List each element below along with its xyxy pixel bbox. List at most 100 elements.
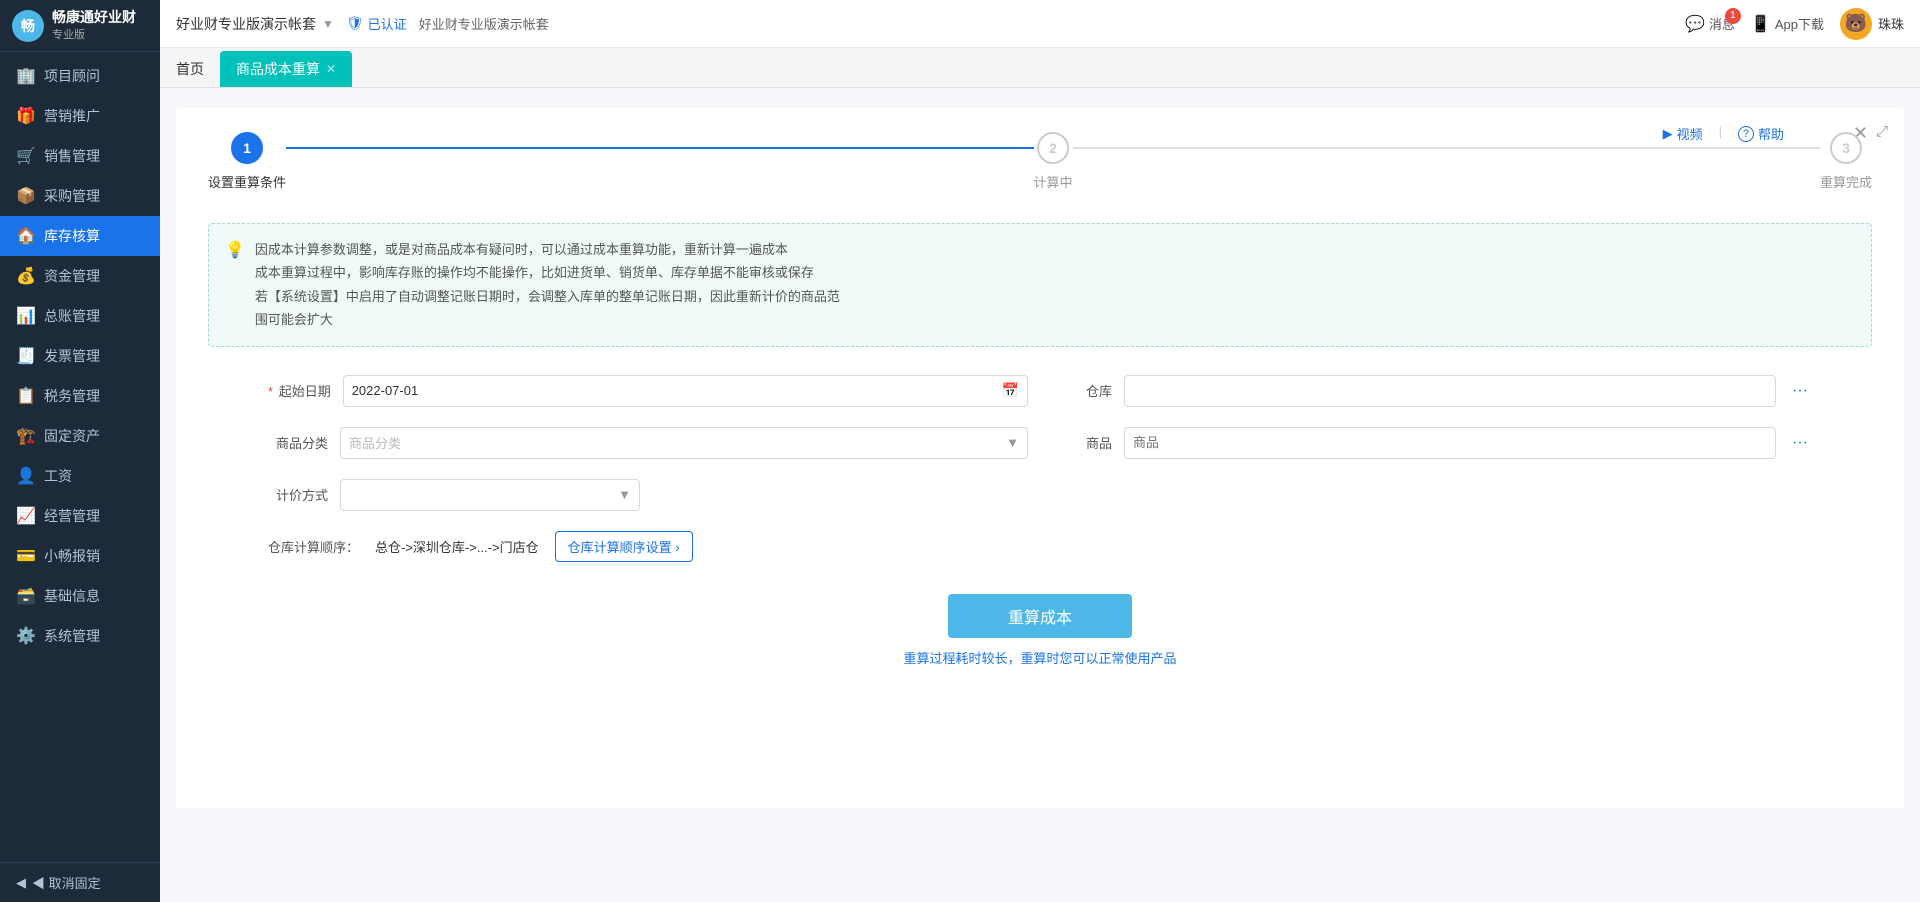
start-date-label: * 起始日期 (268, 381, 331, 400)
recalc-button[interactable]: 重算成本 (948, 594, 1132, 638)
user-avatar-btn[interactable]: 🐻 珠珠 (1840, 8, 1904, 40)
sidebar-item-expense[interactable]: 💳 小畅报销 (0, 536, 160, 576)
sidebar-item-label-purchase: 采购管理 (44, 186, 100, 206)
warehouse-more-icon[interactable]: ··· (1788, 378, 1812, 404)
start-date-input-wrap[interactable]: 📅 (343, 375, 1028, 407)
sidebar-item-accounting[interactable]: 📊 总账管理 (0, 296, 160, 336)
logo-icon: 畅 (12, 10, 44, 42)
assets-nav-icon: 🏗️ (16, 426, 36, 446)
warehouse-order-label: 仓库计算顺序： (268, 537, 359, 556)
pricing-select[interactable]: ▼ (340, 479, 640, 511)
sidebar-item-label-operations: 经营管理 (44, 506, 100, 526)
step-3-label: 重算完成 (1820, 172, 1872, 191)
expand-page-button[interactable]: ⤢ (1876, 124, 1888, 142)
sidebar-footer-cancel-pin[interactable]: ◀ ◀ 取消固定 (0, 862, 160, 902)
step-3: 3 重算完成 (1820, 132, 1872, 191)
category-placeholder: 商品分类 (349, 433, 401, 452)
sidebar-nav: 🏢 项目顾问 🎁 营销推广 🛒 销售管理 📦 采购管理 🏠 库存核算 💰 资金管… (0, 52, 160, 862)
sidebar-item-label-inventory: 库存核算 (44, 226, 100, 246)
step-3-circle: 3 (1830, 132, 1862, 164)
tab-home[interactable]: 首页 (160, 51, 220, 87)
goods-more-icon[interactable]: ··· (1788, 430, 1812, 456)
form-group-warehouse: 仓库 ··· (1052, 375, 1812, 407)
sidebar-item-sales[interactable]: 🛒 销售管理 (0, 136, 160, 176)
sidebar-item-inventory[interactable]: 🏠 库存核算 (0, 216, 160, 256)
account-selector-wrap[interactable]: 好业财专业版演示帐套 ▼ (176, 14, 334, 34)
required-star: * (268, 384, 273, 399)
sales-nav-icon: 🛒 (16, 146, 36, 166)
message-button[interactable]: 💬 消息 1 (1685, 14, 1735, 34)
calendar-icon[interactable]: 📅 (994, 382, 1027, 399)
goods-input[interactable] (1124, 427, 1776, 459)
content-area: ▶ 视频 | ? 帮助 ✕ ⤢ 1 设置重算 (160, 88, 1920, 902)
sidebar-item-invoice[interactable]: 🧾 发票管理 (0, 336, 160, 376)
form-group-start-date: * 起始日期 📅 (268, 375, 1028, 407)
page-container: ▶ 视频 | ? 帮助 ✕ ⤢ 1 设置重算 (176, 108, 1904, 808)
phone-icon: 📱 (1751, 14, 1771, 34)
main-area: 好业财专业版演示帐套 ▼ 🛡 已认证 好业财专业版演示帐套 💬 消息 1 📱 A… (160, 0, 1920, 902)
warehouse-input[interactable] (1124, 375, 1776, 407)
step-line-2-3 (1073, 147, 1820, 149)
marketing-nav-icon: 🎁 (16, 106, 36, 126)
topbar-right: 💬 消息 1 📱 App下载 🐻 珠珠 (1685, 8, 1904, 40)
form-row-1: * 起始日期 📅 仓库 ··· (268, 375, 1812, 407)
sidebar-item-finance[interactable]: 💰 资金管理 (0, 256, 160, 296)
tax-nav-icon: 📋 (16, 386, 36, 406)
tab-recalc-label: 商品成本重算 (236, 59, 320, 79)
sidebar-item-label-expense: 小畅报销 (44, 546, 100, 566)
sidebar-item-label-assets: 固定资产 (44, 426, 100, 446)
step-1-label: 设置重算条件 (208, 172, 286, 191)
user-name: 珠珠 (1878, 14, 1904, 33)
basic-nav-icon: 🗃️ (16, 586, 36, 606)
sidebar-item-label-system: 系统管理 (44, 626, 100, 646)
shield-icon: 🛡 (346, 15, 364, 32)
tab-recalc[interactable]: 商品成本重算 ✕ (220, 51, 352, 87)
message-icon: 💬 (1685, 14, 1705, 34)
sidebar-logo: 畅 畅康通好业财 专业版 (0, 0, 160, 52)
sidebar-item-label-project: 项目顾问 (44, 66, 100, 86)
sidebar-item-label-invoice: 发票管理 (44, 346, 100, 366)
sidebar-item-marketing[interactable]: 🎁 营销推广 (0, 96, 160, 136)
verified-badge: 🛡 已认证 (346, 14, 407, 33)
app-download-button[interactable]: 📱 App下载 (1751, 14, 1824, 34)
operations-nav-icon: 📈 (16, 506, 36, 526)
warehouse-order-settings-button[interactable]: 仓库计算顺序设置 › (555, 531, 693, 562)
inventory-nav-icon: 🏠 (16, 226, 36, 246)
app-download-label: App下载 (1775, 14, 1824, 33)
sidebar-item-project[interactable]: 🏢 项目顾问 (0, 56, 160, 96)
sidebar-item-label-finance: 资金管理 (44, 266, 100, 286)
system-nav-icon: ⚙️ (16, 626, 36, 646)
user-avatar: 🐻 (1840, 8, 1872, 40)
account-selector-text: 好业财专业版演示帐套 (176, 14, 316, 34)
sidebar-item-basic[interactable]: 🗃️ 基础信息 (0, 576, 160, 616)
tabbar: 首页 商品成本重算 ✕ (160, 48, 1920, 88)
payroll-nav-icon: 👤 (16, 466, 36, 486)
recalc-section: 重算成本 重算过程耗时较长，重算时您可以正常使用产品 (268, 594, 1812, 667)
sidebar-item-operations[interactable]: 📈 经营管理 (0, 496, 160, 536)
step-line-1-2 (286, 147, 1033, 149)
sidebar-item-assets[interactable]: 🏗️ 固定资产 (0, 416, 160, 456)
form-group-pricing: 计价方式 ▼ (268, 479, 1028, 511)
purchase-nav-icon: 📦 (16, 186, 36, 206)
category-select[interactable]: 商品分类 ▼ (340, 427, 1028, 459)
tab-close-icon[interactable]: ✕ (326, 62, 336, 76)
sidebar-footer-label: ◀ 取消固定 (32, 873, 101, 892)
sidebar-item-purchase[interactable]: 📦 采购管理 (0, 176, 160, 216)
logo-text: 畅康通好业财 专业版 (52, 9, 136, 42)
pricing-label: 计价方式 (268, 485, 328, 504)
sidebar-item-system[interactable]: ⚙️ 系统管理 (0, 616, 160, 656)
warehouse-order-btn-label: 仓库计算顺序设置 › (568, 537, 680, 556)
step-1: 1 设置重算条件 (208, 132, 286, 191)
form-group-category: 商品分类 商品分类 ▼ (268, 427, 1028, 459)
start-date-input[interactable] (344, 375, 994, 407)
sidebar-item-tax[interactable]: 📋 税务管理 (0, 376, 160, 416)
step-1-circle: 1 (231, 132, 263, 164)
account-dropdown-icon: ▼ (322, 17, 334, 31)
sidebar-item-label-tax: 税务管理 (44, 386, 100, 406)
sidebar-item-label-marketing: 营销推广 (44, 106, 100, 126)
goods-label: 商品 (1052, 433, 1112, 452)
steps-container: 1 设置重算条件 2 计算中 3 重算完成 (208, 132, 1872, 191)
form-group-goods: 商品 ··· (1052, 427, 1812, 459)
topbar: 好业财专业版演示帐套 ▼ 🛡 已认证 好业财专业版演示帐套 💬 消息 1 📱 A… (160, 0, 1920, 48)
sidebar-item-payroll[interactable]: 👤 工资 (0, 456, 160, 496)
